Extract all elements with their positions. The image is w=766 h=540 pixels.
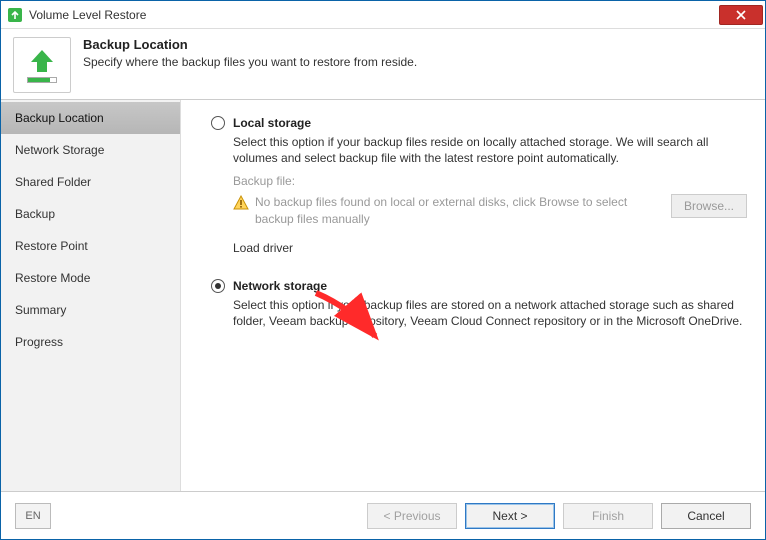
close-icon: [736, 10, 746, 20]
step-network-storage[interactable]: Network Storage: [1, 134, 180, 166]
network-storage-label: Network storage: [233, 279, 327, 293]
wizard-window: Volume Level Restore Backup Location Spe…: [0, 0, 766, 540]
step-backup-location[interactable]: Backup Location: [1, 102, 180, 134]
language-button[interactable]: EN: [15, 503, 51, 529]
radio-network-storage[interactable]: [211, 279, 225, 293]
page-subtitle: Specify where the backup files you want …: [83, 55, 417, 69]
load-driver-link[interactable]: Load driver: [233, 241, 747, 255]
next-button[interactable]: Next >: [465, 503, 555, 529]
local-storage-label: Local storage: [233, 116, 311, 130]
option-network-storage: Network storage Select this option if yo…: [211, 279, 747, 329]
finish-button[interactable]: Finish: [563, 503, 653, 529]
header-text: Backup Location Specify where the backup…: [83, 37, 417, 69]
close-button[interactable]: [719, 5, 763, 25]
browse-button[interactable]: Browse...: [671, 194, 747, 218]
option-local-storage: Local storage Select this option if your…: [211, 116, 747, 255]
wizard-footer: EN < Previous Next > Finish Cancel: [1, 491, 765, 539]
local-storage-desc: Select this option if your backup files …: [233, 134, 747, 166]
cancel-button[interactable]: Cancel: [661, 503, 751, 529]
backup-file-warning: No backup files found on local or extern…: [255, 194, 661, 226]
wizard-steps: Backup Location Network Storage Shared F…: [1, 100, 181, 491]
backup-file-label: Backup file:: [233, 174, 747, 188]
arrow-up-icon: [27, 47, 57, 75]
backup-file-row: No backup files found on local or extern…: [233, 194, 747, 226]
window-title: Volume Level Restore: [29, 8, 719, 22]
page-title: Backup Location: [83, 37, 417, 52]
radio-local-storage[interactable]: [211, 116, 225, 130]
warning-icon: [233, 195, 249, 211]
option-network-head[interactable]: Network storage: [211, 279, 747, 293]
network-storage-desc: Select this option if your backup files …: [233, 297, 747, 329]
step-restore-mode[interactable]: Restore Mode: [1, 262, 180, 294]
titlebar: Volume Level Restore: [1, 1, 765, 29]
step-backup[interactable]: Backup: [1, 198, 180, 230]
option-local-head[interactable]: Local storage: [211, 116, 747, 130]
previous-button[interactable]: < Previous: [367, 503, 457, 529]
wizard-header: Backup Location Specify where the backup…: [1, 29, 765, 99]
step-summary[interactable]: Summary: [1, 294, 180, 326]
header-icon: [13, 37, 71, 93]
app-icon: [7, 7, 23, 23]
progress-icon: [27, 77, 57, 83]
wizard-content: Local storage Select this option if your…: [181, 100, 765, 491]
wizard-body: Backup Location Network Storage Shared F…: [1, 99, 765, 491]
step-restore-point[interactable]: Restore Point: [1, 230, 180, 262]
step-shared-folder[interactable]: Shared Folder: [1, 166, 180, 198]
step-progress[interactable]: Progress: [1, 326, 180, 358]
